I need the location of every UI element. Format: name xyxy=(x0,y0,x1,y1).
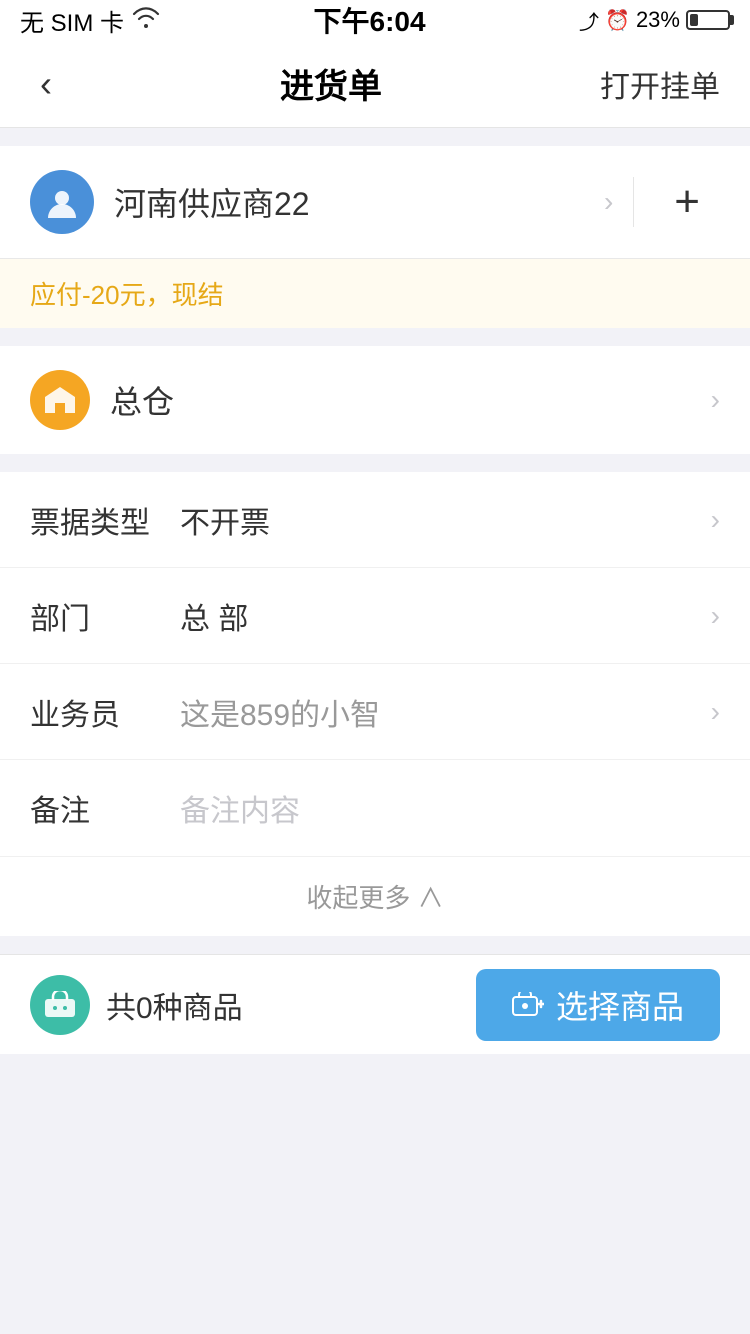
select-btn-label: 选择商品 xyxy=(556,982,684,1028)
alarm-icon: ⏰ xyxy=(605,8,630,33)
carrier-text: 无 SIM 卡 xyxy=(20,3,124,38)
battery-icon xyxy=(686,10,730,30)
form-row-department[interactable]: 部门 总 部 › xyxy=(0,568,750,664)
status-left: 无 SIM 卡 xyxy=(20,3,160,38)
status-bar: 无 SIM 卡 下午6:04 ⤴ ⏰ 23% xyxy=(0,0,750,40)
supplier-name: 河南供应商22 xyxy=(114,179,584,225)
supplier-avatar xyxy=(30,170,94,234)
supplier-chevron-icon: › xyxy=(604,186,613,218)
collapse-button[interactable]: 收起更多 ∧ xyxy=(0,856,750,936)
add-supplier-button[interactable]: + xyxy=(654,177,720,227)
nav-bar: ‹ 进货单 打开挂单 xyxy=(0,40,750,128)
form-row-invoice[interactable]: 票据类型 不开票 › xyxy=(0,472,750,568)
bottom-bar: 共0种商品 选择商品 xyxy=(0,954,750,1054)
remark-input[interactable]: 备注内容 xyxy=(180,786,720,830)
open-pending-button[interactable]: 打开挂单 xyxy=(600,62,720,106)
select-product-button[interactable]: 选择商品 xyxy=(476,969,720,1041)
warehouse-name: 总仓 xyxy=(110,377,691,423)
section-gap-4 xyxy=(0,936,750,954)
section-gap-2 xyxy=(0,328,750,346)
warehouse-chevron-icon: › xyxy=(711,384,720,416)
department-label: 部门 xyxy=(30,594,180,638)
battery-text: 23% xyxy=(636,7,680,33)
location-icon: ⤴ xyxy=(579,6,599,35)
invoice-value: 不开票 xyxy=(180,498,711,542)
salesperson-value: 这是859的小智 xyxy=(180,690,711,734)
collapse-label: 收起更多 ∧ xyxy=(306,878,443,915)
page-title: 进货单 xyxy=(280,59,382,108)
section-gap-1 xyxy=(0,128,750,146)
warehouse-card[interactable]: 总仓 › xyxy=(0,346,750,454)
product-count-text: 共0种商品 xyxy=(106,983,243,1027)
supplier-notice: 应付-20元，现结 xyxy=(0,259,750,328)
select-product-icon xyxy=(512,992,544,1018)
department-value: 总 部 xyxy=(180,594,711,638)
section-gap-3 xyxy=(0,454,750,472)
salesperson-label: 业务员 xyxy=(30,690,180,734)
department-chevron-icon: › xyxy=(711,600,720,632)
invoice-label: 票据类型 xyxy=(30,498,180,542)
form-card: 票据类型 不开票 › 部门 总 部 › 业务员 这是859的小智 › 备注 备注… xyxy=(0,472,750,856)
status-time: 下午6:04 xyxy=(314,0,426,40)
remark-label: 备注 xyxy=(30,786,180,830)
supplier-card: 河南供应商22 › + 应付-20元，现结 xyxy=(0,146,750,328)
form-row-salesperson[interactable]: 业务员 这是859的小智 › xyxy=(0,664,750,760)
warehouse-icon xyxy=(30,370,90,430)
warehouse-row[interactable]: 总仓 › xyxy=(0,346,750,454)
supplier-row[interactable]: 河南供应商22 › + xyxy=(0,146,750,259)
wifi-icon xyxy=(132,6,160,35)
divider xyxy=(633,177,634,227)
invoice-chevron-icon: › xyxy=(711,504,720,536)
salesperson-chevron-icon: › xyxy=(711,696,720,728)
product-icon xyxy=(30,975,90,1035)
form-row-remark[interactable]: 备注 备注内容 xyxy=(0,760,750,856)
back-button[interactable]: ‹ xyxy=(30,53,62,115)
status-right: ⤴ ⏰ 23% xyxy=(579,6,730,35)
product-count-area: 共0种商品 xyxy=(30,975,243,1035)
